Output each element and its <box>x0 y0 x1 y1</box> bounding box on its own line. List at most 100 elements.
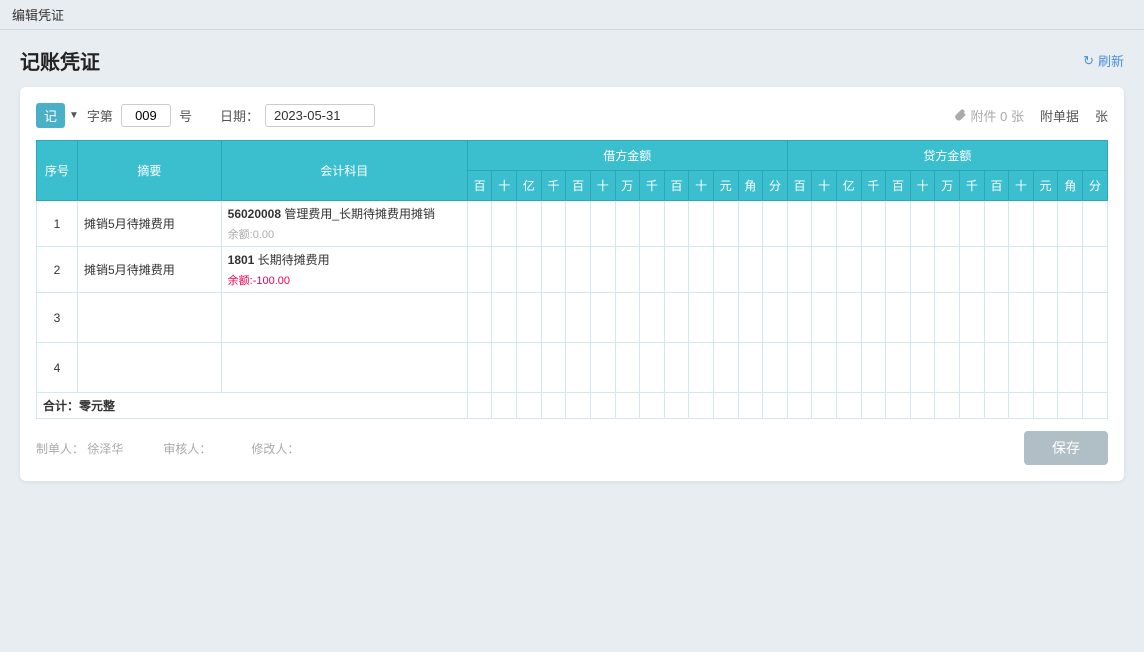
row3-subject[interactable] <box>221 293 467 343</box>
row1-c12[interactable] <box>1058 201 1083 247</box>
row2-d13[interactable] <box>763 247 788 293</box>
voucher-type-label: 记 <box>36 103 65 128</box>
row2-d5[interactable] <box>566 247 591 293</box>
modifier-label: 修改人： <box>251 440 299 457</box>
row2-c3[interactable] <box>836 247 861 293</box>
row2-d10[interactable] <box>689 247 714 293</box>
voucher-type-dropdown[interactable]: ▼ <box>69 110 79 121</box>
fujidan-link[interactable]: 附单据 <box>1040 106 1079 125</box>
row2-c10[interactable] <box>1009 247 1034 293</box>
row1-d2[interactable] <box>492 201 517 247</box>
attach-link[interactable]: 附件 0 张 <box>954 106 1024 125</box>
row1-d13[interactable] <box>763 201 788 247</box>
row1-c2[interactable] <box>812 201 837 247</box>
row2-d2[interactable] <box>492 247 517 293</box>
row4-subject[interactable] <box>221 343 467 393</box>
row1-balance: 余额:0.00 <box>228 226 461 242</box>
row2-c4[interactable] <box>861 247 886 293</box>
row1-d12[interactable] <box>738 201 763 247</box>
row1-c13[interactable] <box>1083 201 1108 247</box>
row2-d12[interactable] <box>738 247 763 293</box>
row1-summary[interactable]: 摊销5月待摊费用 <box>78 201 222 247</box>
row2-c9[interactable] <box>984 247 1009 293</box>
row2-c13[interactable] <box>1083 247 1108 293</box>
th-c-fen: 分 <box>1083 171 1108 201</box>
row4-summary[interactable] <box>78 343 222 393</box>
row2-c2[interactable] <box>812 247 837 293</box>
row1-d6[interactable] <box>590 201 615 247</box>
row1-c9[interactable] <box>984 201 1009 247</box>
save-button[interactable]: 保存 <box>1024 431 1108 465</box>
refresh-icon: ↻ <box>1083 53 1094 69</box>
th-d-yi: 亿 <box>517 171 542 201</box>
th-d-wan: 万 <box>615 171 640 201</box>
row2-c12[interactable] <box>1058 247 1083 293</box>
row2-summary[interactable]: 摊销5月待摊费用 <box>78 247 222 293</box>
th-c-shi2: 十 <box>812 171 837 201</box>
row2-subject[interactable]: 1801 长期待摊费用 余额:-100.00 <box>221 247 467 293</box>
row3-c1[interactable] <box>787 293 812 343</box>
voucher-card: 记 ▼ 字第 号 日期： 附件 0 张 附单据 张 <box>20 87 1124 481</box>
row2-d4[interactable] <box>541 247 566 293</box>
row1-c8[interactable] <box>960 201 985 247</box>
reviewer-label: 审核人： <box>163 440 211 457</box>
th-d-shi2: 十 <box>492 171 517 201</box>
table-row: 3 <box>37 293 1108 343</box>
toolbar-right: 附件 0 张 附单据 张 <box>954 106 1109 125</box>
date-input[interactable] <box>265 104 375 127</box>
row2-c6[interactable] <box>910 247 935 293</box>
th-c-bai2: 百 <box>787 171 812 201</box>
row1-c10[interactable] <box>1009 201 1034 247</box>
row1-c5[interactable] <box>886 201 911 247</box>
row2-c8[interactable] <box>960 247 985 293</box>
row3-summary[interactable] <box>78 293 222 343</box>
row1-d10[interactable] <box>689 201 714 247</box>
th-c-yi: 亿 <box>836 171 861 201</box>
row1-c4[interactable] <box>861 201 886 247</box>
row2-d7[interactable] <box>615 247 640 293</box>
creator-label: 制单人： 徐泽华 <box>36 440 123 457</box>
row2-c5[interactable] <box>886 247 911 293</box>
row1-d1[interactable] <box>467 201 492 247</box>
row1-d9[interactable] <box>664 201 689 247</box>
voucher-number-input[interactable] <box>121 104 171 127</box>
row2-c11[interactable] <box>1033 247 1058 293</box>
th-d-fen: 分 <box>763 171 788 201</box>
th-c-qian0: 千 <box>960 171 985 201</box>
row1-c1[interactable] <box>787 201 812 247</box>
refresh-button[interactable]: ↻ 刷新 <box>1083 51 1124 70</box>
row2-d8[interactable] <box>640 247 665 293</box>
row2-d1[interactable] <box>467 247 492 293</box>
th-d-qian1: 千 <box>541 171 566 201</box>
th-d-bai0: 百 <box>664 171 689 201</box>
row1-d11[interactable] <box>713 201 738 247</box>
th-c-yuan: 元 <box>1033 171 1058 201</box>
row1-c3[interactable] <box>836 201 861 247</box>
row2-d3[interactable] <box>517 247 542 293</box>
row1-d4[interactable] <box>541 201 566 247</box>
title-bar: 编辑凭证 <box>0 0 1144 30</box>
row1-d3[interactable] <box>517 201 542 247</box>
row2-d6[interactable] <box>590 247 615 293</box>
row1-subject[interactable]: 56020008 管理费用_长期待摊费用摊销 余额:0.00 <box>221 201 467 247</box>
row1-c7[interactable] <box>935 201 960 247</box>
th-c-qian1: 千 <box>861 171 886 201</box>
zhang-count: 张 <box>1095 106 1108 125</box>
row1-c6[interactable] <box>910 201 935 247</box>
row2-d9[interactable] <box>664 247 689 293</box>
voucher-table-wrapper: 序号 摘要 会计科目 借方金额 贷方金额 百 十 亿 千 百 十 万 <box>36 140 1108 419</box>
th-seq: 序号 <box>37 141 78 201</box>
row2-d11[interactable] <box>713 247 738 293</box>
row2-c1[interactable] <box>787 247 812 293</box>
row1-d8[interactable] <box>640 201 665 247</box>
row3-d1[interactable] <box>467 293 492 343</box>
title-bar-label: 编辑凭证 <box>12 5 64 24</box>
row2-c7[interactable] <box>935 247 960 293</box>
th-c-wan: 万 <box>935 171 960 201</box>
voucher-type-selector[interactable]: 记 ▼ <box>36 103 79 128</box>
toolbar: 记 ▼ 字第 号 日期： 附件 0 张 附单据 张 <box>36 103 1108 128</box>
row1-c11[interactable] <box>1033 201 1058 247</box>
row1-d5[interactable] <box>566 201 591 247</box>
th-d-bai1: 百 <box>566 171 591 201</box>
row1-d7[interactable] <box>615 201 640 247</box>
